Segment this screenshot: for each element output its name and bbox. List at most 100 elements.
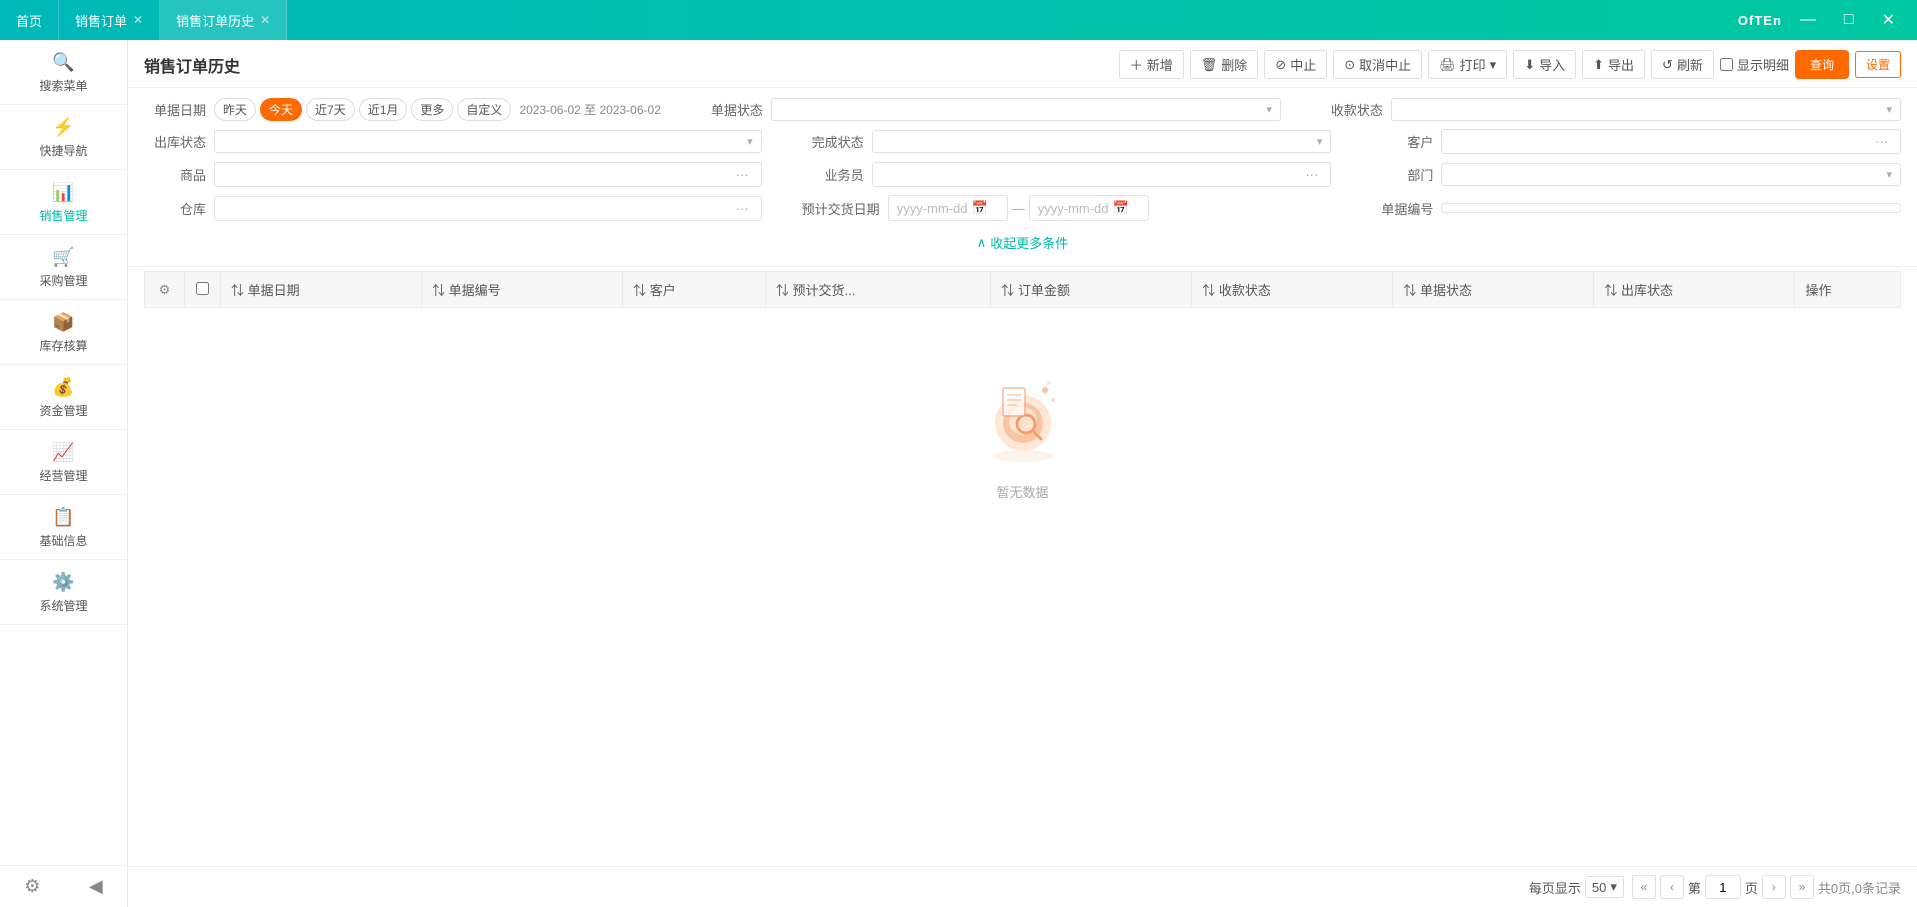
stop-icon: ⊘: [1275, 57, 1286, 73]
query-button[interactable]: 查询: [1795, 50, 1849, 79]
customer-dots[interactable]: ···: [1871, 134, 1892, 149]
th-date: ⇅ 单据日期: [221, 272, 422, 308]
minimize-button[interactable]: —: [1790, 7, 1826, 33]
sidebar-icon-system-mgmt: ⚙️: [52, 572, 74, 593]
sidebar-item-quick-nav[interactable]: ⚡ 快捷导航: [0, 105, 127, 170]
delivery-date-start[interactable]: yyyy-mm-dd 📅: [888, 195, 1008, 221]
delivery-status-select[interactable]: ▾: [214, 130, 762, 153]
footer: 每页显示 50 ▾ « ‹ 第 页 › » 共0页,0条记录: [128, 866, 1917, 907]
sidebar-item-system-mgmt[interactable]: ⚙️ 系统管理: [0, 560, 127, 625]
date-btn-yesterday[interactable]: 昨天: [214, 98, 256, 121]
th-checkbox: [185, 272, 221, 308]
table-header-row: ⚙ ⇅ 单据日期 ⇅ 单据编号 ⇅ 客户: [145, 272, 1901, 308]
payment-status-label: 收款状态: [1321, 100, 1391, 119]
complete-status-select[interactable]: ▾: [872, 130, 1332, 153]
refresh-button[interactable]: ↺刷新: [1651, 50, 1714, 79]
last-page-button[interactable]: »: [1790, 875, 1814, 899]
salesperson-label: 业务员: [802, 165, 872, 184]
select-all-checkbox[interactable]: [196, 282, 209, 295]
th-payment-status: ⇅ 收款状态: [1192, 272, 1393, 308]
export-button[interactable]: ⬆导出: [1582, 50, 1645, 79]
sidebar-icon-purchase-mgmt: 🛒: [52, 247, 74, 268]
window-close-button[interactable]: ✕: [1872, 6, 1905, 34]
stop-button[interactable]: ⊘中止: [1264, 50, 1327, 79]
first-page-button[interactable]: «: [1632, 875, 1656, 899]
sidebar-item-purchase-mgmt[interactable]: 🛒 采购管理: [0, 235, 127, 300]
sidebar-bottom: ⚙ ◀: [0, 865, 127, 907]
date-btn-last7days[interactable]: 近7天: [306, 98, 355, 121]
tab-sales-order[interactable]: 销售订单✕: [59, 0, 160, 40]
page-header: 销售订单历史 ＋新增🗑删除⊘中止⊙取消中止🖨打印▾⬇导入⬆导出↺刷新 显示明细 …: [128, 40, 1917, 88]
sidebar-settings-icon[interactable]: ⚙: [24, 876, 40, 897]
warehouse-select[interactable]: ···: [214, 196, 762, 221]
delivery-date-end[interactable]: yyyy-mm-dd 📅: [1029, 195, 1149, 221]
export-icon: ⬆: [1593, 57, 1604, 73]
tab-sales-order-history[interactable]: 销售订单历史✕: [160, 0, 287, 40]
sidebar-item-operations[interactable]: 📈 经营管理: [0, 430, 127, 495]
settings-button[interactable]: 设置: [1855, 51, 1901, 78]
salesperson-dots[interactable]: ···: [1301, 167, 1322, 182]
order-no-input[interactable]: [1441, 203, 1901, 213]
display-detail-label: 显示明细: [1720, 55, 1789, 74]
collapse-up-icon: ∧: [977, 235, 987, 251]
collapse-button[interactable]: ∧ 收起更多条件: [144, 229, 1901, 256]
date-btn-more[interactable]: 更多: [411, 98, 453, 121]
complete-status-chevron: ▾: [1317, 135, 1323, 148]
order-status-chevron: ▾: [1266, 103, 1272, 116]
th-customer: ⇅ 客户: [623, 272, 766, 308]
th-delivery-status-label: ⇅ 出库状态: [1604, 283, 1673, 298]
salesperson-select[interactable]: ···: [872, 162, 1332, 187]
tab-bar: 首页销售订单✕销售订单历史✕: [0, 0, 1726, 40]
complete-status-label: 完成状态: [802, 132, 872, 151]
table-settings-icon[interactable]: ⚙: [159, 282, 171, 297]
print-button[interactable]: 🖨打印▾: [1428, 50, 1507, 79]
payment-status-select[interactable]: ▾: [1391, 98, 1901, 121]
customer-label: 客户: [1371, 132, 1441, 151]
sidebar-item-finance[interactable]: 💰 资金管理: [0, 365, 127, 430]
order-status-select[interactable]: ▾: [771, 98, 1281, 121]
print-dropdown-icon: ▾: [1490, 57, 1497, 73]
per-page-label: 每页显示: [1529, 878, 1581, 897]
th-delivery-status: ⇅ 出库状态: [1594, 272, 1795, 308]
new-label: 新增: [1147, 55, 1173, 74]
tab-close-sales-order-history[interactable]: ✕: [260, 13, 270, 27]
tab-home[interactable]: 首页: [0, 0, 59, 40]
date-separator: —: [1012, 201, 1025, 216]
collapse-label: 收起更多条件: [990, 233, 1068, 252]
warehouse-dots[interactable]: ···: [732, 201, 753, 216]
maximize-button[interactable]: □: [1834, 7, 1864, 33]
payment-status-chevron: ▾: [1886, 103, 1892, 116]
date-btn-custom[interactable]: 自定义: [457, 98, 511, 121]
sidebar-item-basic-info[interactable]: 📋 基础信息: [0, 495, 127, 560]
th-delivery-date-label: ⇅ 预计交货...: [776, 283, 855, 298]
sidebar-item-sales-mgmt[interactable]: 📊 销售管理: [0, 170, 127, 235]
table-area: ⚙ ⇅ 单据日期 ⇅ 单据编号 ⇅ 客户: [128, 267, 1917, 866]
sidebar-item-search-menu[interactable]: 🔍 搜索菜单: [0, 40, 127, 105]
cancel-stop-button[interactable]: ⊙取消中止: [1333, 50, 1422, 79]
page-number-input[interactable]: [1705, 875, 1741, 899]
import-button[interactable]: ⬇导入: [1513, 50, 1576, 79]
sidebar-label-sales-mgmt: 销售管理: [39, 207, 87, 224]
sidebar-icon-operations: 📈: [52, 442, 74, 463]
top-bar: 首页销售订单✕销售订单历史✕ OfTEn — □ ✕: [0, 0, 1917, 40]
product-select[interactable]: ···: [214, 162, 762, 187]
empty-text: 暂无数据: [996, 482, 1048, 501]
date-btn-today[interactable]: 今天: [260, 98, 302, 121]
prev-page-button[interactable]: ‹: [1660, 875, 1684, 899]
date-btn-last1month[interactable]: 近1月: [359, 98, 408, 121]
sidebar-collapse-icon[interactable]: ◀: [89, 876, 103, 897]
tab-close-sales-order[interactable]: ✕: [133, 13, 143, 27]
table-head: ⚙ ⇅ 单据日期 ⇅ 单据编号 ⇅ 客户: [145, 272, 1901, 308]
cancel-stop-icon: ⊙: [1344, 57, 1355, 73]
department-select[interactable]: ▾: [1441, 163, 1901, 186]
delivery-date-label: 预计交货日期: [802, 199, 888, 218]
sidebar-item-inventory[interactable]: 📦 库存核算: [0, 300, 127, 365]
product-dots[interactable]: ···: [732, 167, 753, 182]
display-detail-checkbox[interactable]: [1720, 58, 1733, 71]
per-page-select[interactable]: 50 ▾: [1585, 876, 1624, 898]
print-icon: 🖨: [1439, 57, 1456, 73]
new-button[interactable]: ＋新增: [1119, 50, 1184, 79]
delete-button[interactable]: 🗑删除: [1190, 50, 1259, 79]
next-page-button[interactable]: ›: [1762, 875, 1786, 899]
customer-select[interactable]: ···: [1441, 129, 1901, 154]
